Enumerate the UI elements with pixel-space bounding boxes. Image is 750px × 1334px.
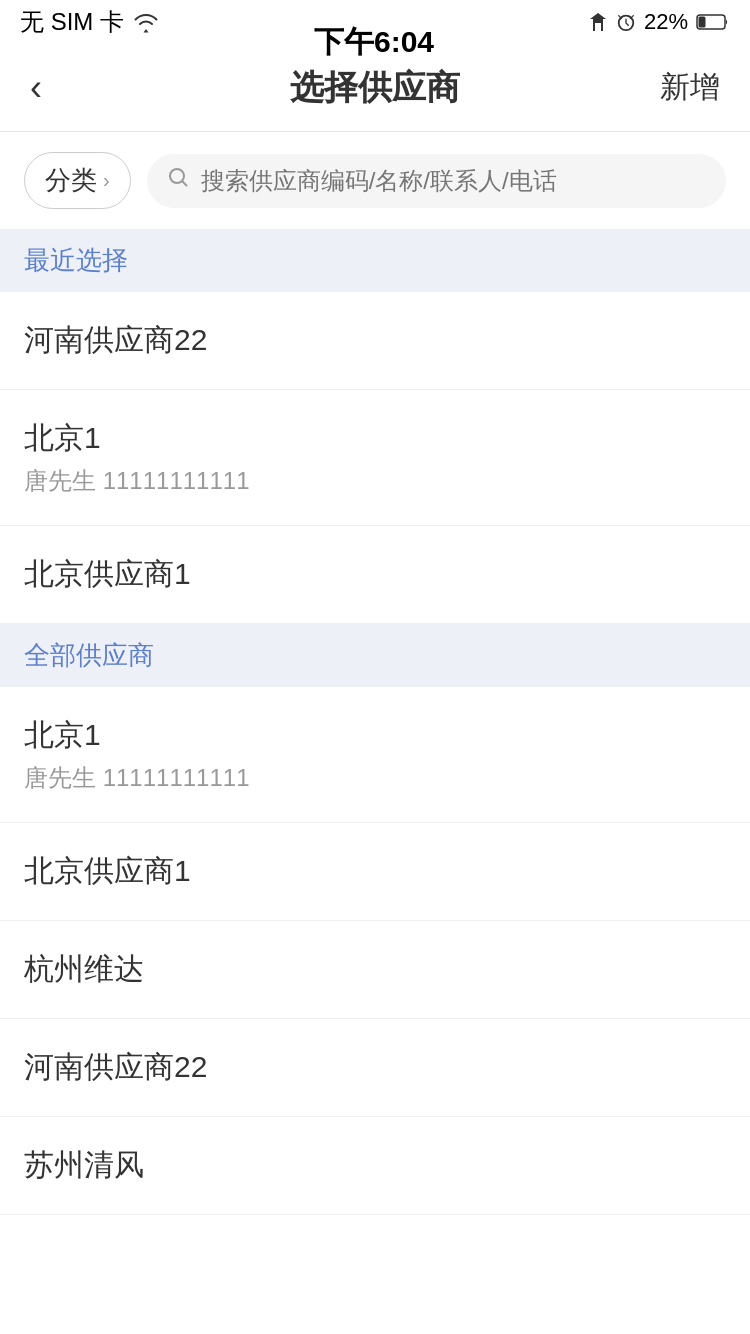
- item-name: 北京1: [24, 418, 726, 459]
- wifi-icon: [132, 11, 160, 33]
- battery-icon: [696, 13, 730, 31]
- list-item[interactable]: 北京1 唐先生 11111111111: [0, 390, 750, 526]
- search-box: [147, 154, 726, 208]
- battery-level: 22%: [644, 9, 688, 35]
- list-item[interactable]: 河南供应商22: [0, 1019, 750, 1117]
- item-name: 北京供应商1: [24, 554, 726, 595]
- chevron-right-icon: ›: [103, 169, 110, 192]
- list-item[interactable]: 北京供应商1: [0, 526, 750, 624]
- status-time: 下午6:04: [314, 22, 434, 63]
- category-button[interactable]: 分类 ›: [24, 152, 131, 209]
- status-right: 22%: [588, 9, 730, 35]
- item-name: 北京供应商1: [24, 851, 726, 892]
- search-icon: [167, 166, 191, 196]
- item-name: 杭州维达: [24, 949, 726, 990]
- list-item[interactable]: 苏州清风: [0, 1117, 750, 1215]
- search-input[interactable]: [201, 167, 706, 195]
- status-bar: 无 SIM 卡 下午6:04 22%: [0, 0, 750, 44]
- list-item[interactable]: 河南供应商22: [0, 292, 750, 390]
- item-sub: 唐先生 11111111111: [24, 762, 726, 794]
- list-item[interactable]: 杭州维达: [0, 921, 750, 1019]
- page-title: 选择供应商: [290, 65, 460, 111]
- all-list: 北京1 唐先生 11111111111 北京供应商1 杭州维达 河南供应商22 …: [0, 687, 750, 1215]
- list-item[interactable]: 北京供应商1: [0, 823, 750, 921]
- recent-list: 河南供应商22 北京1 唐先生 11111111111 北京供应商1: [0, 292, 750, 624]
- add-button[interactable]: 新增: [660, 67, 720, 108]
- item-sub: 唐先生 11111111111: [24, 465, 726, 497]
- alarm-icon: [616, 11, 636, 33]
- recent-section-header: 最近选择: [0, 229, 750, 292]
- svg-rect-2: [699, 17, 706, 28]
- item-name: 河南供应商22: [24, 320, 726, 361]
- item-name: 河南供应商22: [24, 1047, 726, 1088]
- filter-bar: 分类 ›: [0, 132, 750, 229]
- back-button[interactable]: ‹: [30, 67, 90, 109]
- status-left: 无 SIM 卡: [20, 6, 160, 38]
- list-item[interactable]: 北京1 唐先生 11111111111: [0, 687, 750, 823]
- location-icon: [588, 11, 608, 33]
- sim-status: 无 SIM 卡: [20, 6, 124, 38]
- item-name: 苏州清风: [24, 1145, 726, 1186]
- category-label: 分类: [45, 163, 97, 198]
- item-name: 北京1: [24, 715, 726, 756]
- all-section-header: 全部供应商: [0, 624, 750, 687]
